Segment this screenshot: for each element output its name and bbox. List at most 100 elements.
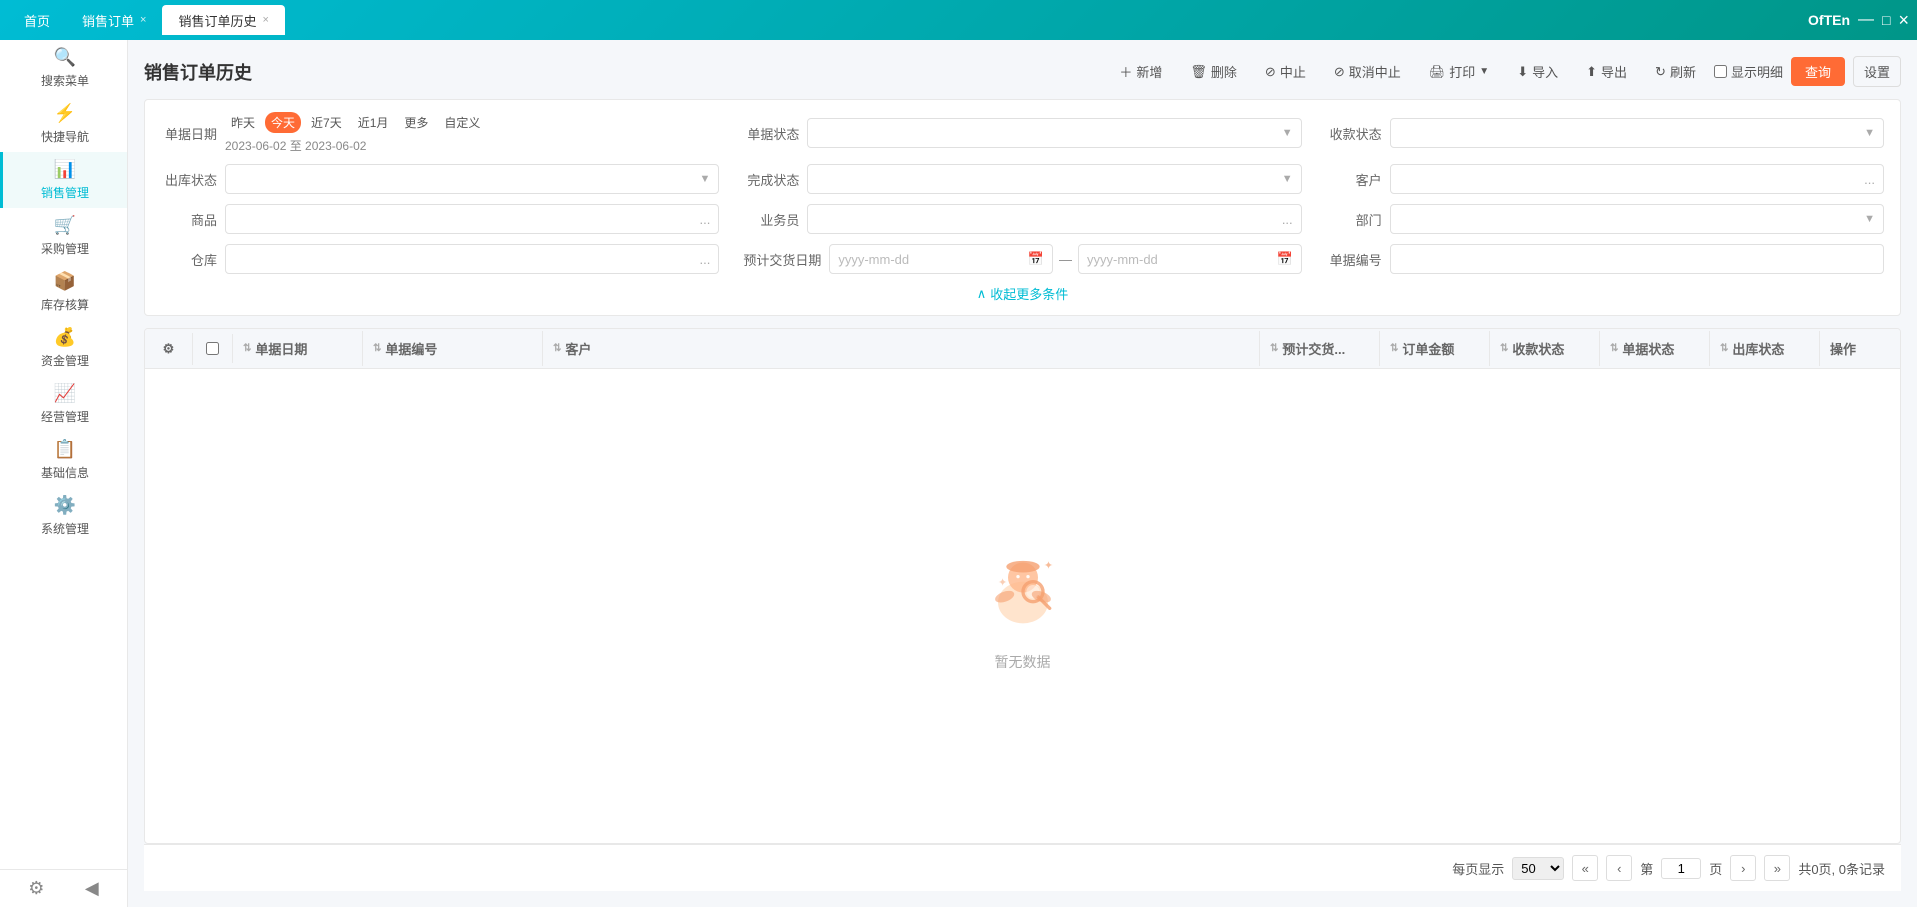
calendar-end-icon[interactable]: 📅 — [1276, 251, 1292, 267]
table-header: ⚙ ⇅ 单据日期 ⇅ 单据编号 ⇅ 客户 — [145, 329, 1900, 369]
refresh-button[interactable]: ↻ 刷新 — [1645, 57, 1706, 86]
delivery-date-label: 预计交货日期 — [743, 250, 829, 269]
page-label-post: 页 — [1709, 859, 1722, 878]
show-detail-checkbox[interactable] — [1714, 65, 1727, 78]
cancel-stop-icon: ⊘ — [1334, 64, 1345, 80]
tab-sales-order-history[interactable]: 销售订单历史 × — [162, 5, 284, 35]
filter-department: 部门 ▼ — [1326, 204, 1884, 234]
sidebar-item-system[interactable]: ⚙️ 系统管理 — [0, 488, 127, 544]
stop-button[interactable]: ⊘ 中止 — [1255, 57, 1316, 86]
empty-state: ✦ ✦ 暂无数据 — [145, 369, 1900, 843]
new-button[interactable]: ＋ 新增 — [1109, 57, 1172, 86]
import-button[interactable]: ⬇ 导入 — [1507, 57, 1568, 86]
th-settings[interactable]: ⚙ — [145, 333, 193, 365]
collapse-row[interactable]: ∧ 收起更多条件 — [161, 284, 1884, 303]
th-amount[interactable]: ⇅ 订单金额 — [1380, 331, 1490, 366]
date-tab-more[interactable]: 更多 — [398, 112, 434, 133]
department-control[interactable]: ▼ — [1390, 204, 1884, 234]
tab-sales-order[interactable]: 销售订单 × — [66, 5, 162, 35]
sort-outbound-icon: ⇅ — [1720, 343, 1728, 354]
th-status[interactable]: ⇅ 单据状态 — [1600, 331, 1710, 366]
sidebar-basic-label: 基础信息 — [41, 464, 89, 481]
sidebar-item-sales[interactable]: 📊 销售管理 — [0, 152, 127, 208]
quick-nav-icon: ⚡ — [54, 103, 76, 124]
query-button[interactable]: 查询 — [1791, 57, 1845, 86]
show-detail-checkbox-label[interactable]: 显示明细 — [1714, 62, 1783, 81]
sidebar-item-purchase[interactable]: 🛒 采购管理 — [0, 208, 127, 264]
close-btn[interactable]: × — [1898, 10, 1909, 31]
select-all-checkbox[interactable] — [206, 342, 219, 355]
sidebar-item-basic[interactable]: 📋 基础信息 — [0, 432, 127, 488]
maximize-btn[interactable]: □ — [1882, 12, 1890, 28]
complete-control[interactable]: ▼ — [807, 164, 1301, 194]
filter-date: 单据日期 昨天 今天 近7天 近1月 更多 自定义 2023-06-02 至 2… — [161, 112, 719, 154]
th-delivery[interactable]: ⇅ 预计交货... — [1260, 331, 1380, 366]
settings-config-button[interactable]: 设置 — [1853, 56, 1901, 87]
th-date[interactable]: ⇅ 单据日期 — [233, 331, 363, 366]
empty-illustration: ✦ ✦ — [973, 540, 1073, 640]
date-tab-7days[interactable]: 近7天 — [305, 112, 348, 133]
collapse-icon: ∧ — [977, 286, 987, 302]
th-customer[interactable]: ⇅ 客户 — [543, 331, 1260, 366]
date-tab-yesterday[interactable]: 昨天 — [225, 112, 261, 133]
filter-goods: 商品 ... — [161, 204, 719, 234]
sidebar-item-search-menu[interactable]: 🔍 搜索菜单 — [0, 40, 127, 96]
date-tab-1month[interactable]: 近1月 — [352, 112, 395, 133]
th-number[interactable]: ⇅ 单据编号 — [363, 331, 543, 366]
date-tab-custom[interactable]: 自定义 — [438, 112, 486, 133]
sidebar-item-quick-nav[interactable]: ⚡ 快捷导航 — [0, 96, 127, 152]
sidebar-quick-nav-label: 快捷导航 — [41, 128, 89, 145]
sidebar-settings-icon[interactable]: ⚙ — [28, 878, 44, 899]
sidebar-collapse-icon[interactable]: ◀ — [85, 878, 99, 899]
delete-button[interactable]: 🗑 删除 — [1180, 57, 1247, 86]
tab-sales-order-history-close[interactable]: × — [262, 14, 268, 26]
outbound-control[interactable]: ▼ — [225, 164, 719, 194]
delivery-date-start-control[interactable]: yyyy-mm-dd 📅 — [829, 244, 1053, 274]
system-icon: ⚙️ — [54, 495, 76, 516]
bill-status-control[interactable]: ▼ — [807, 118, 1301, 148]
export-label: 导出 — [1601, 62, 1627, 81]
settings-config-label: 设置 — [1864, 62, 1890, 81]
customer-control[interactable]: ... — [1390, 164, 1884, 194]
sidebar-item-inventory[interactable]: 📦 库存核算 — [0, 264, 127, 320]
salesperson-control[interactable]: ... — [807, 204, 1301, 234]
last-page-button[interactable]: » — [1764, 855, 1790, 881]
sidebar-item-operation[interactable]: 📈 经营管理 — [0, 376, 127, 432]
bill-number-control[interactable] — [1390, 244, 1884, 274]
date-tab-today[interactable]: 今天 — [265, 112, 301, 133]
new-label: 新增 — [1136, 62, 1162, 81]
export-button[interactable]: ⬆ 导出 — [1576, 57, 1637, 86]
page-number-input[interactable] — [1661, 858, 1701, 879]
svg-text:✦: ✦ — [998, 577, 1007, 589]
th-outbound-label: 出库状态 — [1732, 339, 1784, 358]
sidebar-bottom: ⚙ ◀ — [0, 869, 127, 907]
th-outbound[interactable]: ⇅ 出库状态 — [1710, 331, 1820, 366]
th-receipt[interactable]: ⇅ 收款状态 — [1490, 331, 1600, 366]
print-button[interactable]: 🖨 打印 ▼ — [1419, 57, 1499, 86]
tab-sales-order-close[interactable]: × — [140, 14, 146, 26]
delivery-date-end-control[interactable]: yyyy-mm-dd 📅 — [1078, 244, 1302, 274]
calendar-start-icon[interactable]: 📅 — [1028, 251, 1044, 267]
filter-row-2: 出库状态 ▼ 完成状态 ▼ 客户 — [161, 164, 1884, 194]
empty-text: 暂无数据 — [995, 652, 1051, 672]
th-date-label: 单据日期 — [255, 339, 307, 358]
th-checkbox[interactable] — [193, 334, 233, 363]
salesperson-label: 业务员 — [743, 210, 807, 229]
content-area: 销售订单历史 ＋ 新增 🗑 删除 ⊘ 中止 ⊘ — [128, 40, 1917, 907]
inventory-icon: 📦 — [54, 271, 76, 292]
next-page-button[interactable]: › — [1730, 855, 1756, 881]
finance-icon: 💰 — [54, 327, 76, 348]
receipt-status-control[interactable]: ▼ — [1390, 118, 1884, 148]
per-page-select[interactable]: 50 10 20 100 — [1512, 857, 1564, 880]
delivery-date-start-value: yyyy-mm-dd — [838, 252, 1023, 267]
prev-page-button[interactable]: ‹ — [1606, 855, 1632, 881]
first-page-button[interactable]: « — [1572, 855, 1598, 881]
cancel-stop-button[interactable]: ⊘ 取消中止 — [1324, 57, 1411, 86]
sidebar-item-finance[interactable]: 💰 资金管理 — [0, 320, 127, 376]
minimize-btn[interactable]: — — [1858, 11, 1874, 29]
tab-home[interactable]: 首页 — [8, 5, 66, 35]
warehouse-control[interactable]: ... — [225, 244, 719, 274]
collapse-label: 收起更多条件 — [990, 284, 1068, 303]
purchase-icon: 🛒 — [54, 215, 76, 236]
goods-control[interactable]: ... — [225, 204, 719, 234]
